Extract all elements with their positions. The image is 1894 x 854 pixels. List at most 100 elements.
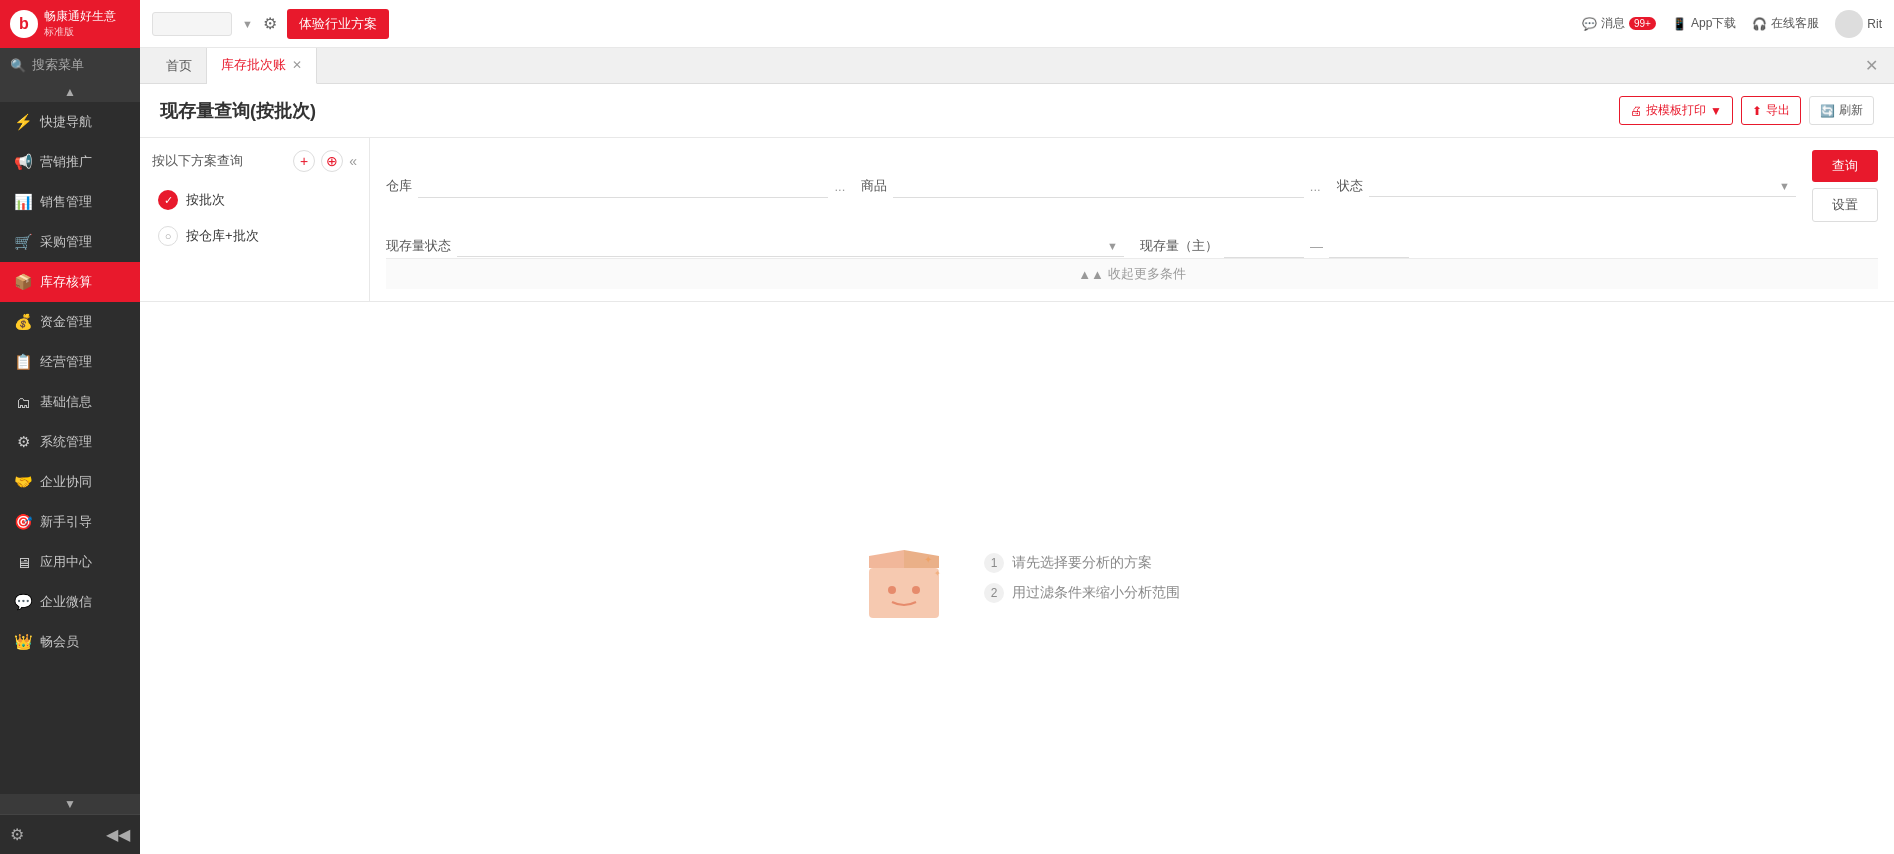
sidebar-item-system[interactable]: ⚙ 系统管理 — [0, 422, 140, 462]
message-action[interactable]: 💬 消息 99+ — [1582, 15, 1656, 32]
inventory-status-dropdown-icon: ▼ — [1107, 240, 1118, 252]
scheme-panel-title: 按以下方案查询 — [152, 152, 243, 170]
inventory-qty-filter: 现存量（主） — — [1140, 234, 1878, 258]
scroll-down-button[interactable]: ▼ — [0, 794, 140, 814]
topbar: ▼ ⚙ 体验行业方案 💬 消息 99+ 📱 App下载 🎧 在线客服 Rit — [140, 0, 1894, 48]
service-action[interactable]: 🎧 在线客服 — [1752, 15, 1819, 32]
filter-row-2: 现存量状态 ▼ 现存量（主） — — [386, 234, 1878, 258]
page-header-actions: 🖨 按模板打印 ▼ ⬆ 导出 🔄 刷新 — [1619, 96, 1874, 125]
message-badge: 99+ — [1629, 17, 1656, 30]
svg-text:✦: ✦ — [934, 569, 941, 578]
settings-icon[interactable]: ⚙ — [10, 825, 24, 844]
product-label: 商品 — [861, 177, 887, 195]
experience-button[interactable]: 体验行业方案 — [287, 9, 389, 39]
export-button[interactable]: ⬆ 导出 — [1741, 96, 1801, 125]
operation-icon: 📋 — [14, 353, 32, 371]
sidebar-header: b 畅康通好生意 标准版 — [0, 0, 140, 48]
topbar-actions: 💬 消息 99+ 📱 App下载 🎧 在线客服 Rit — [1582, 10, 1882, 38]
inventory-qty-to-input[interactable] — [1329, 234, 1409, 258]
status-select[interactable]: ▼ — [1369, 176, 1796, 197]
sidebar-item-purchase[interactable]: 🛒 采购管理 — [0, 222, 140, 262]
sidebar-item-finance[interactable]: 💰 资金管理 — [0, 302, 140, 342]
tab-close-icon[interactable]: ✕ — [292, 58, 302, 72]
sidebar-item-newbie[interactable]: 🎯 新手引导 — [0, 502, 140, 542]
service-label: 在线客服 — [1771, 15, 1819, 32]
print-icon: 🖨 — [1630, 104, 1642, 118]
sidebar-search-label: 搜索菜单 — [32, 56, 84, 74]
sidebar-footer: ⚙ ◀◀ — [0, 814, 140, 854]
tab-home[interactable]: 首页 — [152, 48, 207, 84]
sidebar-item-enterprise[interactable]: 🤝 企业协同 — [0, 462, 140, 502]
sidebar-item-apps[interactable]: 🖥 应用中心 — [0, 542, 140, 582]
empty-illustration: ✦ ✦ — [854, 528, 954, 628]
manage-scheme-button[interactable]: ⊕ — [321, 150, 343, 172]
print-label: 按模板打印 — [1646, 102, 1706, 119]
app-download-action[interactable]: 📱 App下载 — [1672, 15, 1736, 32]
sidebar-item-label: 畅会员 — [40, 633, 79, 651]
svg-text:✦: ✦ — [924, 554, 932, 565]
message-label: 消息 — [1601, 15, 1625, 32]
sales-icon: 📊 — [14, 193, 32, 211]
empty-hint-2: 2 用过滤条件来缩小分析范围 — [984, 583, 1180, 603]
app-download-icon: 📱 — [1672, 17, 1687, 31]
topbar-search-input[interactable] — [152, 12, 232, 36]
member-icon: 👑 — [14, 633, 32, 651]
tabbar-close-icon[interactable]: ✕ — [1861, 52, 1882, 79]
warehouse-label: 仓库 — [386, 177, 412, 195]
warehouse-more[interactable]: ... — [834, 179, 845, 194]
print-dropdown-icon[interactable]: ▼ — [1710, 104, 1722, 118]
sidebar-item-label: 库存核算 — [40, 273, 92, 291]
user-action[interactable]: Rit — [1835, 10, 1882, 38]
scheme-item-by-warehouse-batch[interactable]: ○ 按仓库+批次 — [152, 218, 357, 254]
product-input[interactable] — [893, 174, 1303, 198]
dropdown-arrow-icon[interactable]: ▼ — [242, 18, 253, 30]
settings-button[interactable]: 设置 — [1812, 188, 1878, 222]
svg-point-4 — [912, 586, 920, 594]
warehouse-input[interactable] — [418, 174, 828, 198]
export-icon: ⬆ — [1752, 104, 1762, 118]
sidebar-item-member[interactable]: 👑 畅会员 — [0, 622, 140, 662]
purchase-icon: 🛒 — [14, 233, 32, 251]
marketing-icon: 📢 — [14, 153, 32, 171]
scheme-panel-actions: + ⊕ « — [293, 150, 357, 172]
sidebar-item-wechat[interactable]: 💬 企业微信 — [0, 582, 140, 622]
sidebar-item-label: 资金管理 — [40, 313, 92, 331]
finance-icon: 💰 — [14, 313, 32, 331]
scheme-item-by-batch[interactable]: ✓ 按批次 — [152, 182, 357, 218]
sidebar-item-quick-nav[interactable]: ⚡ 快捷导航 — [0, 102, 140, 142]
inventory-status-filter: 现存量状态 ▼ — [386, 236, 1124, 257]
refresh-icon: 🔄 — [1820, 104, 1835, 118]
sidebar-item-sales[interactable]: 📊 销售管理 — [0, 182, 140, 222]
sidebar-search[interactable]: 🔍 搜索菜单 — [0, 48, 140, 82]
product-more[interactable]: ... — [1310, 179, 1321, 194]
query-button[interactable]: 查询 — [1812, 150, 1878, 182]
sidebar-app-title: 畅康通好生意 — [44, 9, 116, 25]
sidebar-item-label: 经营管理 — [40, 353, 92, 371]
sidebar-item-basic[interactable]: 🗂 基础信息 — [0, 382, 140, 422]
sidebar-item-label: 基础信息 — [40, 393, 92, 411]
scroll-up-button[interactable]: ▲ — [0, 82, 140, 102]
apps-icon: 🖥 — [14, 554, 32, 571]
service-icon: 🎧 — [1752, 17, 1767, 31]
sidebar-logo: b — [10, 10, 38, 38]
app-download-label: App下载 — [1691, 15, 1736, 32]
tab-inventory-batch[interactable]: 库存批次账 ✕ — [207, 48, 317, 84]
hint-1-text: 请先选择要分析的方案 — [1012, 554, 1152, 572]
inventory-qty-from-input[interactable] — [1224, 234, 1304, 258]
print-button[interactable]: 🖨 按模板打印 ▼ — [1619, 96, 1733, 125]
sidebar-item-marketing[interactable]: 📢 营销推广 — [0, 142, 140, 182]
sidebar-item-label: 新手引导 — [40, 513, 92, 531]
topbar-gear-icon[interactable]: ⚙ — [263, 14, 277, 33]
status-label: 状态 — [1337, 177, 1363, 195]
collapse-up-icon: ▲▲ — [1078, 267, 1104, 282]
status-dropdown-icon: ▼ — [1779, 180, 1790, 192]
collapse-sidebar-icon[interactable]: ◀◀ — [106, 825, 130, 844]
sidebar-item-inventory[interactable]: 📦 库存核算 — [0, 262, 140, 302]
inventory-status-select[interactable]: ▼ — [457, 236, 1124, 257]
sidebar-item-operation[interactable]: 📋 经营管理 — [0, 342, 140, 382]
collapse-more-button[interactable]: ▲▲ 收起更多条件 — [386, 258, 1878, 289]
add-scheme-button[interactable]: + — [293, 150, 315, 172]
refresh-button[interactable]: 🔄 刷新 — [1809, 96, 1874, 125]
scheme-collapse-icon[interactable]: « — [349, 153, 357, 169]
collapse-label: 收起更多条件 — [1108, 265, 1186, 283]
